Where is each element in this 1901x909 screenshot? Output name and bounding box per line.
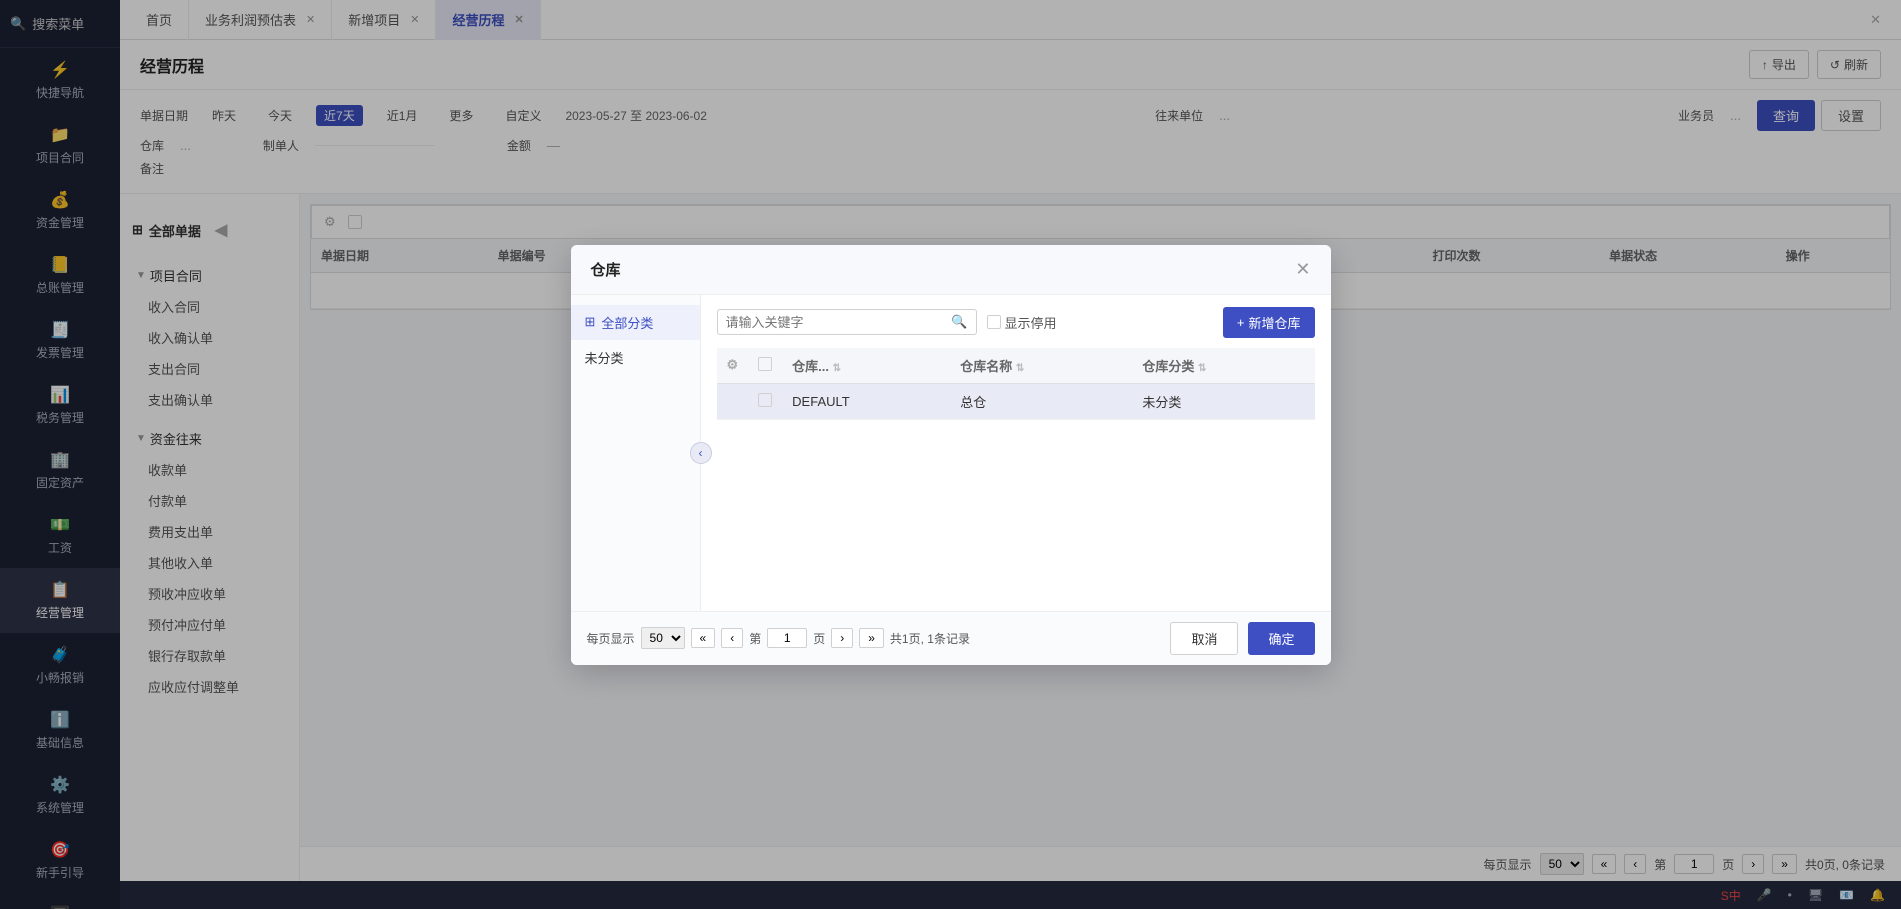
row-name: 总仓 bbox=[950, 383, 1132, 419]
modal-col-category: 仓库分类 ⇅ bbox=[1132, 348, 1314, 384]
modal-left-all-category[interactable]: ⊞ 全部分类 bbox=[571, 305, 700, 340]
row-checkbox-input[interactable] bbox=[758, 393, 772, 407]
modal-page-suffix: 页 bbox=[813, 630, 825, 647]
row-category: 未分类 bbox=[1132, 383, 1314, 419]
grid-icon-modal: ⊞ bbox=[585, 314, 596, 330]
modal-col-checkbox bbox=[748, 348, 782, 384]
warehouse-modal: 仓库 ✕ ⊞ 全部分类 未分类 ‹ 🔍 显示停用 bbox=[571, 245, 1331, 665]
modal-per-page-select[interactable]: 50 bbox=[641, 627, 685, 649]
modal-search-input[interactable] bbox=[726, 315, 952, 330]
row-checkbox[interactable] bbox=[748, 383, 782, 419]
show-disabled-label[interactable]: 显示停用 bbox=[987, 313, 1057, 332]
row-code: DEFAULT bbox=[782, 383, 950, 419]
sort-code-icon[interactable]: ⇅ bbox=[833, 363, 841, 374]
add-warehouse-label: 新增仓库 bbox=[1248, 313, 1300, 332]
modal-prev-page[interactable]: ‹ bbox=[721, 628, 743, 648]
modal-header-checkbox[interactable] bbox=[758, 357, 772, 371]
modal-first-page[interactable]: « bbox=[691, 628, 716, 648]
modal-pagination: 每页显示 50 « ‹ 第 页 › » 共1页, 1条记录 bbox=[587, 627, 970, 649]
modal-body: ⊞ 全部分类 未分类 ‹ 🔍 显示停用 + 新增仓库 bbox=[571, 295, 1331, 611]
show-disabled-text: 显示停用 bbox=[1005, 313, 1057, 332]
modal-total-label: 共1页, 1条记录 bbox=[890, 630, 970, 647]
sort-name-icon[interactable]: ⇅ bbox=[1016, 363, 1024, 374]
modal-page-input[interactable] bbox=[767, 628, 807, 648]
modal-col-settings: ⚙ bbox=[717, 348, 749, 384]
modal-title: 仓库 bbox=[591, 259, 621, 280]
add-warehouse-button[interactable]: + 新增仓库 bbox=[1223, 307, 1315, 338]
all-category-label: 全部分类 bbox=[601, 313, 653, 332]
modal-toolbar: 🔍 显示停用 + 新增仓库 bbox=[717, 307, 1315, 338]
table-row[interactable]: DEFAULT 总仓 未分类 bbox=[717, 383, 1315, 419]
modal-close-icon[interactable]: ✕ bbox=[1295, 259, 1310, 280]
sort-cat-icon[interactable]: ⇅ bbox=[1198, 363, 1206, 374]
modal-next-page[interactable]: › bbox=[831, 628, 853, 648]
modal-per-page-label: 每页显示 bbox=[587, 630, 635, 647]
modal-left-uncategorized[interactable]: 未分类 bbox=[571, 340, 700, 375]
modal-footer-actions: 取消 确定 bbox=[1170, 622, 1314, 655]
confirm-button[interactable]: 确定 bbox=[1248, 622, 1314, 655]
modal-right-panel: 🔍 显示停用 + 新增仓库 ⚙ bbox=[701, 295, 1331, 611]
modal-page-label: 第 bbox=[749, 630, 761, 647]
modal-warehouse-table: ⚙ 仓库... ⇅ 仓库名称 ⇅ bbox=[717, 348, 1315, 420]
plus-icon: + bbox=[1237, 315, 1245, 330]
uncategorized-label: 未分类 bbox=[585, 348, 624, 367]
modal-search-icon[interactable]: 🔍 bbox=[951, 314, 967, 330]
modal-header: 仓库 ✕ bbox=[571, 245, 1331, 295]
modal-col-name: 仓库名称 ⇅ bbox=[950, 348, 1132, 384]
modal-last-page[interactable]: » bbox=[859, 628, 884, 648]
modal-gear-icon[interactable]: ⚙ bbox=[727, 357, 739, 372]
show-disabled-checkbox[interactable] bbox=[987, 315, 1001, 329]
modal-footer: 每页显示 50 « ‹ 第 页 › » 共1页, 1条记录 取消 确定 bbox=[571, 611, 1331, 665]
cancel-button[interactable]: 取消 bbox=[1170, 622, 1238, 655]
modal-col-code: 仓库... ⇅ bbox=[782, 348, 950, 384]
modal-left-collapse[interactable]: ‹ bbox=[690, 442, 712, 464]
row-settings bbox=[717, 383, 749, 419]
modal-search-box[interactable]: 🔍 bbox=[717, 309, 977, 335]
modal-left-panel: ⊞ 全部分类 未分类 ‹ bbox=[571, 295, 701, 611]
